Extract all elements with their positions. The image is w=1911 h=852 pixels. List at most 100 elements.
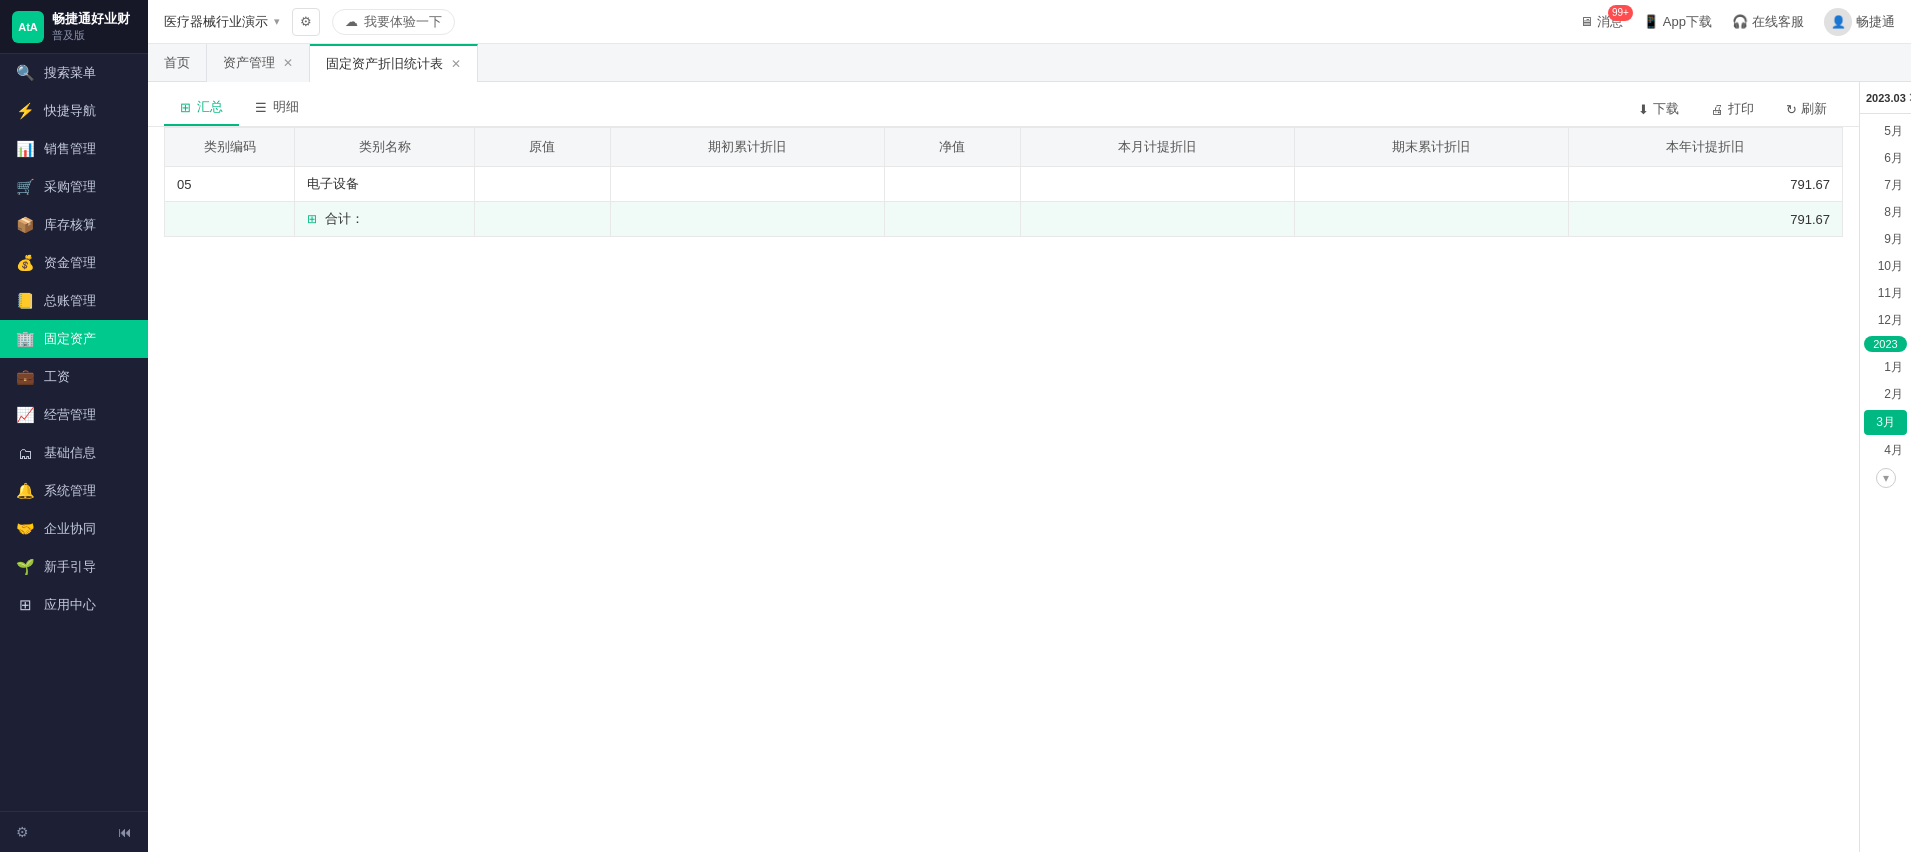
sidebar-item-label-ledger: 总账管理 [44, 292, 96, 310]
sidebar-item-system[interactable]: 🔔系统管理 [0, 472, 148, 510]
download-icon: ⬇ [1638, 102, 1649, 117]
sidebar-item-inventory[interactable]: 📦库存核算 [0, 206, 148, 244]
system-icon: 🔔 [16, 482, 34, 500]
sidebar-nav: 🔍搜索菜单⚡快捷导航📊销售管理 🛒 采购管理 📦库存核算💰资金管理📒总账管理🏢固定资产… [0, 54, 148, 811]
year-2023-badge[interactable]: 2023 [1864, 336, 1907, 352]
cal-month-6[interactable]: 6月 [1860, 145, 1911, 172]
avatar: 👤 [1824, 8, 1852, 36]
tab-asset-mgmt[interactable]: 资产管理 ✕ [207, 44, 310, 82]
cal-month-3-active[interactable]: 3月 [1864, 410, 1907, 435]
tab-depreciation-report-label: 固定资产折旧统计表 [326, 55, 443, 73]
tab-home[interactable]: 首页 [148, 44, 207, 82]
cell-name: 电子设备 [295, 167, 475, 202]
tab-depreciation-report[interactable]: 固定资产折旧统计表 ✕ [310, 44, 478, 82]
page-content: ⊞ 汇总 ☰ 明细 ⬇ 下载 🖨 打印 [148, 82, 1859, 852]
service-button[interactable]: 🎧 在线客服 [1732, 13, 1804, 31]
th-net: 净值 [884, 128, 1020, 167]
tab-depreciation-report-close[interactable]: ✕ [451, 58, 461, 70]
th-original: 原值 [475, 128, 611, 167]
cal-month-10[interactable]: 10月 [1860, 253, 1911, 280]
download-btn[interactable]: ⬇ 下载 [1630, 96, 1687, 122]
cal-month-12[interactable]: 12月 [1860, 307, 1911, 334]
sub-tab-summary[interactable]: ⊞ 汇总 [164, 92, 239, 126]
cal-month-2[interactable]: 2月 [1860, 381, 1911, 408]
panel-close-button[interactable]: ✕ [1906, 88, 1911, 107]
sidebar-item-label-payroll: 工资 [44, 368, 70, 386]
sidebar-item-purchase[interactable]: 🛒 采购管理 [0, 168, 148, 206]
sub-tabs: ⊞ 汇总 ☰ 明细 ⬇ 下载 🖨 打印 [148, 82, 1859, 127]
sidebar-settings-button[interactable]: ⚙ [12, 820, 33, 844]
cal-month-1[interactable]: 1月 [1860, 354, 1911, 381]
fixed-assets-icon: 🏢 [16, 330, 34, 348]
sidebar-collapse-button[interactable]: ⏮ [114, 820, 136, 844]
cal-month-8[interactable]: 8月 [1860, 199, 1911, 226]
company-name: 医疗器械行业演示 [164, 13, 268, 31]
experience-label: 我要体验一下 [364, 13, 442, 31]
sidebar-item-basic-info[interactable]: 🗂 基础信息 [0, 434, 148, 472]
right-panel: 2023.03 ✕ ⤢ 5月 6月 7月 8月 9月 10月 11月 12月 2… [1859, 82, 1911, 852]
current-date-label: 2023.03 [1866, 92, 1906, 104]
notifications-button[interactable]: 🖥 消息 99+ [1580, 13, 1623, 31]
experience-button[interactable]: ☁ 我要体验一下 [332, 9, 455, 35]
sidebar-item-label-purchase: 采购管理 [44, 178, 96, 196]
depreciation-table: 类别编码 类别名称 原值 期初累计折旧 净值 本月计提折旧 期末累计折旧 本年计… [164, 127, 1843, 237]
topbar: 医疗器械行业演示 ▾ ⚙ ☁ 我要体验一下 🖥 消息 99+ 📱 App下载 🎧… [148, 0, 1911, 44]
sidebar-item-sales[interactable]: 📊销售管理 [0, 130, 148, 168]
sidebar-item-quicknav[interactable]: ⚡快捷导航 [0, 92, 148, 130]
search-icon: 🔍 [16, 64, 34, 82]
sidebar-item-payroll[interactable]: 💼 工资 [0, 358, 148, 396]
sidebar-item-label-enterprise: 企业协同 [44, 520, 96, 538]
sidebar-item-ledger[interactable]: 📒总账管理 [0, 282, 148, 320]
cal-month-11[interactable]: 11月 [1860, 280, 1911, 307]
sidebar-item-enterprise[interactable]: 🤝企业协同 [0, 510, 148, 548]
cal-month-9[interactable]: 9月 [1860, 226, 1911, 253]
purchase-icon: 🛒 [16, 178, 34, 196]
main-area: 医疗器械行业演示 ▾ ⚙ ☁ 我要体验一下 🖥 消息 99+ 📱 App下载 🎧… [148, 0, 1911, 852]
inventory-icon: 📦 [16, 216, 34, 234]
tab-asset-mgmt-close[interactable]: ✕ [283, 57, 293, 69]
cal-month-7[interactable]: 7月 [1860, 172, 1911, 199]
th-name: 类别名称 [295, 128, 475, 167]
tabs-bar: 首页 资产管理 ✕ 固定资产折旧统计表 ✕ [148, 44, 1911, 82]
sidebar-item-operations[interactable]: 📈经营管理 [0, 396, 148, 434]
calendar-down-icon[interactable]: ▾ [1876, 468, 1896, 488]
app-title: 畅捷通好业财 [52, 10, 130, 28]
operations-icon: 📈 [16, 406, 34, 424]
cal-month-4[interactable]: 4月 [1860, 437, 1911, 464]
sidebar-footer: ⚙ ⏮ [0, 811, 148, 852]
total-year-dep: 791.67 [1568, 202, 1842, 237]
finance-icon: 💰 [16, 254, 34, 272]
sub-tab-detail[interactable]: ☰ 明细 [239, 92, 315, 126]
th-period-end: 期末累计折旧 [1294, 128, 1568, 167]
sidebar-item-fixed-assets[interactable]: 🏢固定资产 [0, 320, 148, 358]
company-selector[interactable]: 医疗器械行业演示 ▾ [164, 13, 280, 31]
print-icon: 🖨 [1711, 102, 1724, 117]
cloud-icon: ☁ [345, 14, 358, 29]
quicknav-icon: ⚡ [16, 102, 34, 120]
cal-month-5[interactable]: 5月 [1860, 118, 1911, 145]
refresh-btn[interactable]: ↻ 刷新 [1778, 96, 1835, 122]
settings-button[interactable]: ⚙ [292, 8, 320, 36]
payroll-icon: 💼 [16, 368, 34, 386]
sidebar-item-label-apps: 应用中心 [44, 596, 96, 614]
download-button[interactable]: 📱 App下载 [1643, 13, 1712, 31]
apps-icon: ⊞ [16, 596, 34, 614]
sidebar-item-search[interactable]: 🔍搜索菜单 [0, 54, 148, 92]
calendar-list: 5月 6月 7月 8月 9月 10月 11月 12月 2023 1月 2月 3月… [1860, 114, 1911, 852]
bell-icon: 🖥 [1580, 14, 1593, 29]
user-menu[interactable]: 👤 畅捷通 [1824, 8, 1895, 36]
home-label: 首页 [164, 54, 190, 72]
tab-asset-mgmt-label: 资产管理 [223, 54, 275, 72]
basic-info-icon: 🗂 [16, 445, 34, 462]
th-code: 类别编码 [165, 128, 295, 167]
print-btn[interactable]: 🖨 打印 [1703, 96, 1762, 122]
sidebar-item-finance[interactable]: 💰资金管理 [0, 244, 148, 282]
sidebar-item-guide[interactable]: 🌱新手引导 [0, 548, 148, 586]
refresh-icon: ↻ [1786, 102, 1797, 117]
sidebar-item-apps[interactable]: ⊞ 应用中心 [0, 586, 148, 624]
right-panel-header: 2023.03 ✕ ⤢ [1860, 82, 1911, 114]
refresh-btn-label: 刷新 [1801, 100, 1827, 118]
download-btn-label: 下载 [1653, 100, 1679, 118]
sidebar-item-label-basic-info: 基础信息 [44, 444, 96, 462]
app-subtitle: 普及版 [52, 28, 130, 43]
